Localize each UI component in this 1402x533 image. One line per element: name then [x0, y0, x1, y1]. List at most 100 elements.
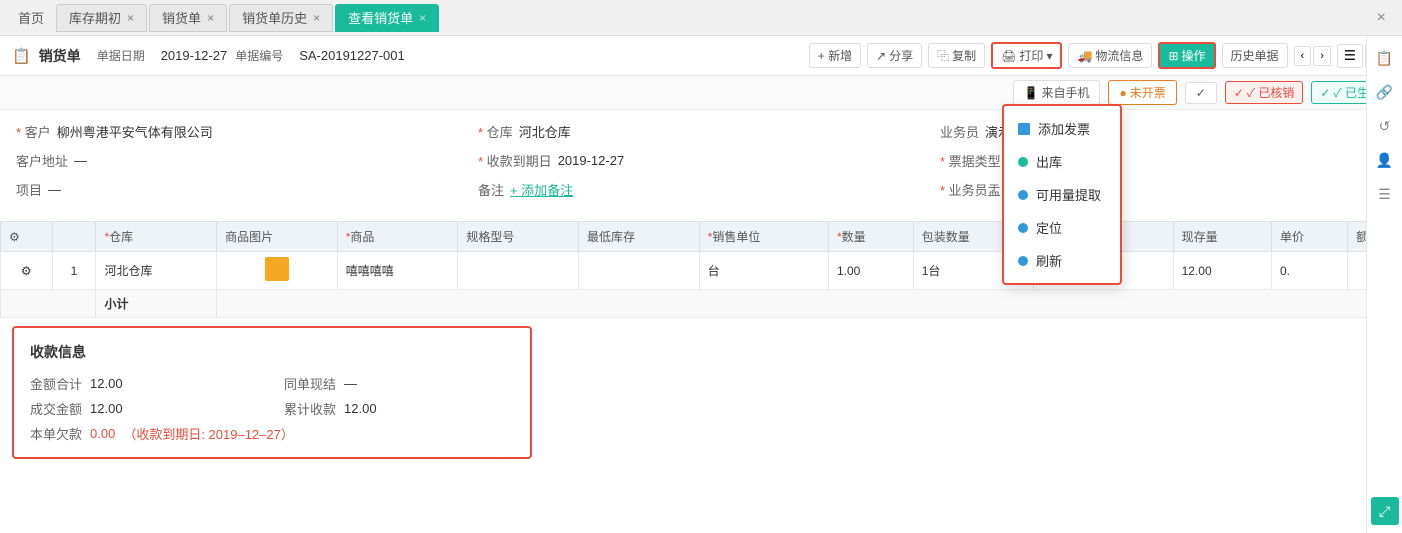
form-row-1: 客户 柳州粤港平安气体有限公司 仓库 河北仓库 业务员 演示账号 — [16, 122, 1386, 141]
cell-product: 嘻嘻嘻嘻 — [337, 252, 458, 290]
table-header-row: ⚙ *仓库 商品图片 *商品 规格型号 最低库存 *销售单位 *数量 包装数量 … — [1, 222, 1402, 252]
share-button[interactable]: ↗ 分享 — [867, 43, 922, 68]
arrears-label: 本单欠款 — [30, 424, 82, 443]
due-date-label: 收款到期日 — [478, 151, 552, 170]
form-row-2: 客户地址 — 收款到期日 2019-12-27 票据类型 不开票 — [16, 151, 1386, 170]
phone-icon: 📱 — [1024, 86, 1039, 100]
tab-home[interactable]: 首页 — [8, 8, 54, 27]
warehouse-field: 仓库 河北仓库 — [478, 122, 924, 141]
not-open-button[interactable]: ● 未开票 — [1108, 80, 1176, 105]
sold-badge: ✓ ✓ 已核销 — [1225, 81, 1304, 104]
close-all-tabs-button[interactable]: × — [1369, 9, 1394, 27]
print-dropdown-arrow: ▾ — [1046, 49, 1052, 63]
cell-gear[interactable]: ⚙ — [1, 252, 53, 290]
sold-check-icon: ✓ — [1234, 86, 1244, 100]
locate-item[interactable]: 定位 — [1004, 211, 1120, 244]
from-phone-button[interactable]: 📱 来自手机 — [1013, 80, 1101, 105]
customer-field: 客户 柳州粤港平安气体有限公司 — [16, 122, 462, 141]
transaction-value: 12.00 — [90, 401, 123, 416]
sidebar-refresh-icon[interactable]: ↺ — [1371, 112, 1399, 140]
available-pickup-icon — [1018, 190, 1028, 200]
staff-label: 业务员 — [940, 122, 979, 141]
warehouse-label: 仓库 — [478, 122, 513, 141]
new-button[interactable]: + 新增 — [809, 43, 861, 68]
cumulative-value: 12.00 — [344, 401, 377, 416]
operation-button[interactable]: ⊞ 操作 — [1158, 42, 1215, 69]
cell-warehouse: 河北仓库 — [96, 252, 217, 290]
locate-icon — [1018, 223, 1028, 233]
address-field: 客户地址 — — [16, 151, 462, 170]
grid-icon: ⊞ — [1168, 49, 1178, 63]
th-warehouse: *仓库 — [96, 222, 217, 252]
cell-subtotal-empty — [217, 290, 1402, 318]
prev-button[interactable]: ‹ — [1294, 46, 1312, 66]
cell-min-stock — [579, 252, 700, 290]
cell-product-img — [217, 252, 338, 290]
payment-transaction: 成交金额 12.00 — [30, 399, 260, 418]
payment-grid: 金额合计 12.00 同单现结 — 成交金额 12.00 累计收款 12.00 … — [30, 374, 514, 443]
cell-index: 1 — [52, 252, 96, 290]
tab-inventory[interactable]: 库存期初 × — [56, 4, 147, 32]
product-table-wrapper: ⚙ *仓库 商品图片 *商品 规格型号 最低库存 *销售单位 *数量 包装数量 … — [0, 221, 1402, 318]
add-invoice-item[interactable]: 添加发票 — [1004, 112, 1120, 145]
tab-sales[interactable]: 销货单 × — [149, 4, 227, 32]
history-button[interactable]: 历史单据 — [1222, 43, 1288, 68]
available-pickup-item[interactable]: 可用量提取 — [1004, 178, 1120, 211]
tab-bar: 首页 库存期初 × 销货单 × 销货单历史 × 查看销货单 × × — [0, 0, 1402, 36]
sidebar-link-icon[interactable]: 🔗 — [1371, 78, 1399, 106]
doc-icon: 📋 — [12, 47, 31, 65]
due-date-field: 收款到期日 2019-12-27 — [478, 151, 924, 170]
confirm-button[interactable]: ✓ — [1185, 82, 1217, 104]
tab-sales-history[interactable]: 销货单历史 × — [229, 4, 333, 32]
logistics-button[interactable]: 🚚 物流信息 — [1068, 43, 1152, 68]
form-area: 客户 柳州粤港平安气体有限公司 仓库 河北仓库 业务员 演示账号 客户地址 — … — [0, 110, 1402, 221]
close-inventory-tab[interactable]: × — [127, 11, 134, 25]
th-sales-unit: *销售单位 — [699, 222, 828, 252]
sidebar-list-icon[interactable]: ☰ — [1371, 180, 1399, 208]
outbound-item[interactable]: 出库 — [1004, 145, 1120, 178]
doc-number-value: SA-20191227-001 — [299, 48, 405, 63]
th-quantity: *数量 — [828, 222, 913, 252]
product-table: ⚙ *仓库 商品图片 *商品 规格型号 最低库存 *销售单位 *数量 包装数量 … — [0, 221, 1402, 318]
close-view-sales-tab[interactable]: × — [419, 11, 426, 25]
payment-arrears: 本单欠款 0.00 （收款到期日: 2019–12–27） — [30, 424, 514, 443]
sidebar-doc-icon[interactable]: 📋 — [1371, 44, 1399, 72]
payment-cumulative: 累计收款 12.00 — [284, 399, 514, 418]
next-button[interactable]: › — [1313, 46, 1331, 66]
payment-same-order: 同单现结 — — [284, 374, 514, 393]
cell-current-stock: 12.00 — [1173, 252, 1271, 290]
cell-quantity: 1.00 — [828, 252, 913, 290]
doc-toolbar: 📋 销货单 单据日期 2019-12-27 单据编号 SA-20191227-0… — [0, 36, 1402, 76]
table-row: ⚙ 1 河北仓库 嘻嘻嘻嘻 台 1.00 1台 12.00 0. — [1, 252, 1402, 290]
payment-title: 收款信息 — [30, 342, 514, 362]
cell-unit-price: 0. — [1271, 252, 1347, 290]
th-current-stock: 现存量 — [1173, 222, 1271, 252]
share-icon: ↗ — [876, 49, 886, 63]
same-order-value: — — [344, 376, 357, 391]
total-amount-value: 12.00 — [90, 376, 123, 391]
warehouse-value: 河北仓库 — [519, 122, 571, 141]
due-date-value: 2019-12-27 — [558, 153, 625, 168]
payment-total-amount: 金额合计 12.00 — [30, 374, 260, 393]
right-sidebar: 📋 🔗 ↺ 👤 ☰ ⤢ — [1366, 36, 1402, 533]
ticket-type-label: 票据类型 — [940, 151, 1001, 170]
tab-view-sales[interactable]: 查看销货单 × — [335, 4, 439, 32]
operation-dropdown: 添加发票 出库 可用量提取 定位 刷新 — [1002, 104, 1122, 285]
effect-check-icon: ✓ — [1320, 86, 1330, 100]
sidebar-user-icon[interactable]: 👤 — [1371, 146, 1399, 174]
close-sales-tab[interactable]: × — [207, 11, 214, 25]
sidebar-expand-icon[interactable]: ⤢ — [1371, 497, 1399, 525]
copy-button[interactable]: ⿻ 复制 — [928, 43, 985, 68]
customer-value: 柳州粤港平安气体有限公司 — [57, 122, 213, 141]
view-list-button[interactable]: ☰ — [1337, 44, 1363, 68]
business-label: 业务员盂 — [940, 180, 1001, 199]
cell-sales-unit: 台 — [699, 252, 828, 290]
close-sales-history-tab[interactable]: × — [313, 11, 320, 25]
document-area: 📋 销货单 单据日期 2019-12-27 单据编号 SA-20191227-0… — [0, 36, 1402, 533]
check-icon: ✓ — [1196, 86, 1206, 100]
refresh-item[interactable]: 刷新 — [1004, 244, 1120, 277]
add-remark-link[interactable]: + 添加备注 — [510, 180, 573, 199]
print-button[interactable]: 🖨 打印 ▾ — [991, 42, 1062, 69]
project-field: 项目 — — [16, 180, 462, 199]
th-unit-price: 单价 — [1271, 222, 1347, 252]
